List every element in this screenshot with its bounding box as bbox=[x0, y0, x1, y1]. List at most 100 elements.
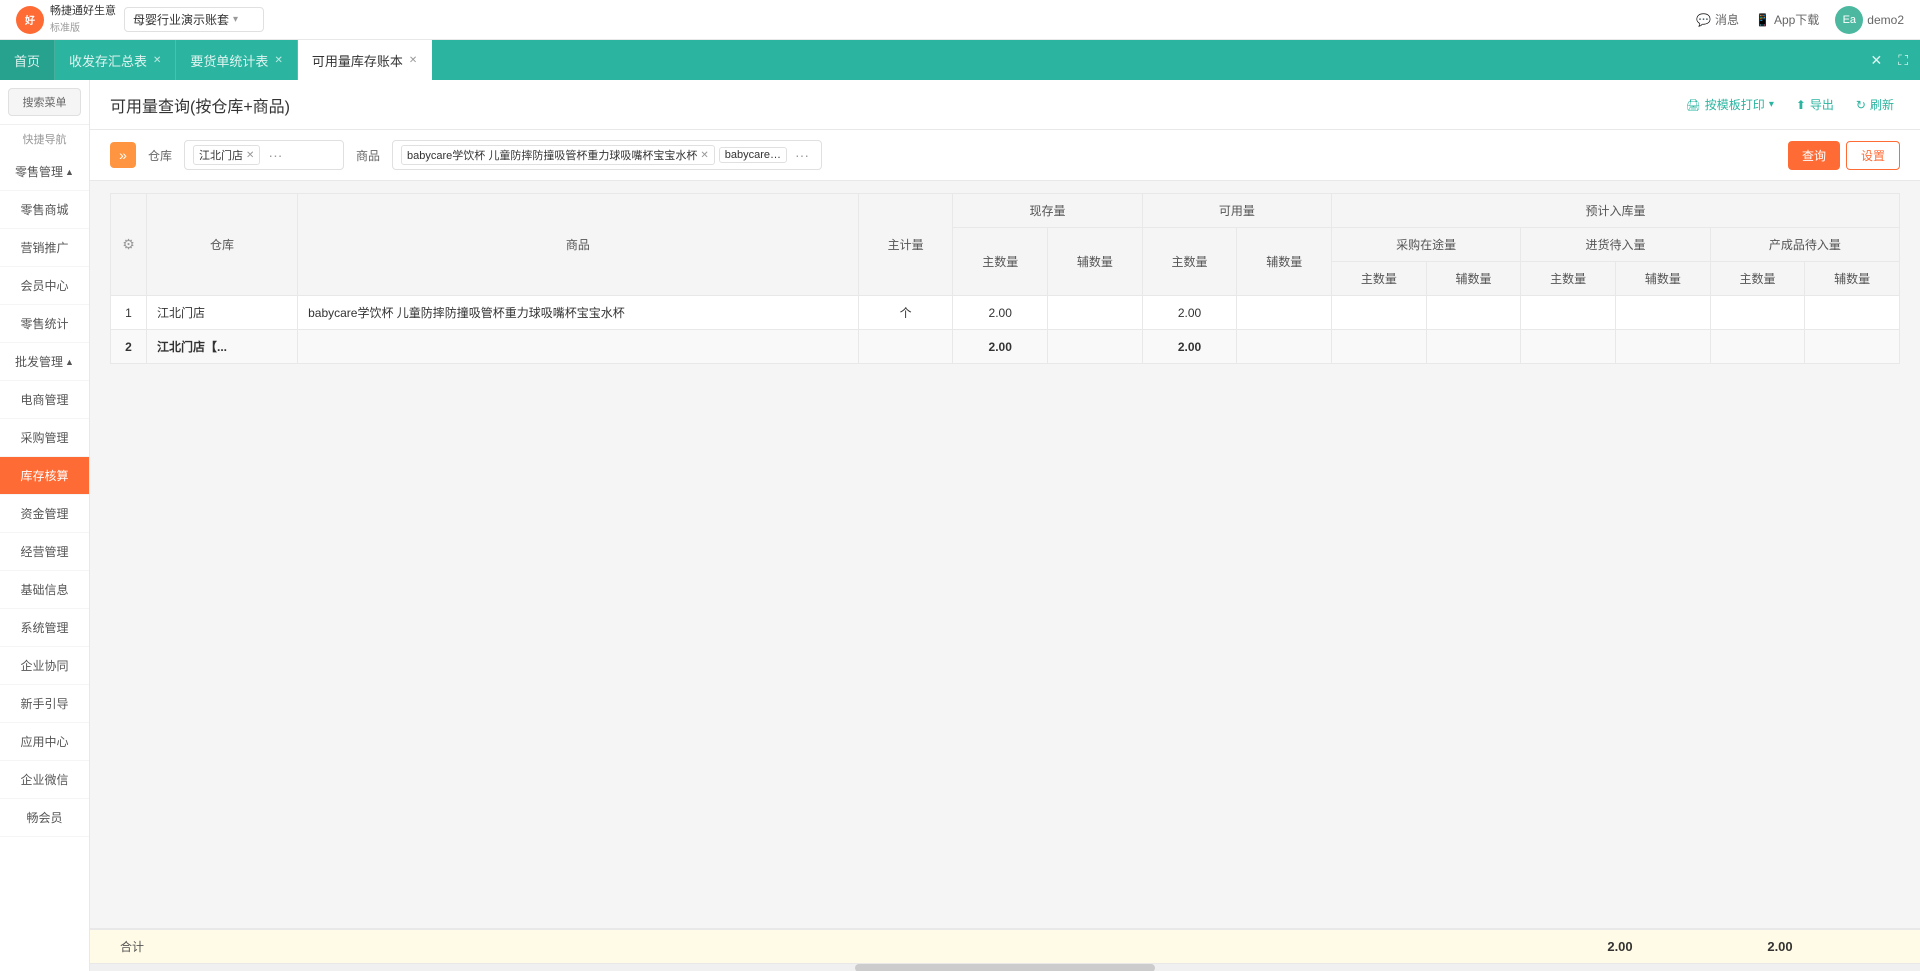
footer-avail-main: 2.00 bbox=[1740, 939, 1820, 954]
row1-current-aux bbox=[1048, 296, 1143, 330]
product-tag2[interactable]: babycare… bbox=[719, 147, 787, 163]
arrow-icon: ▲ bbox=[65, 167, 74, 177]
app-download-btn[interactable]: 📱 App下载 bbox=[1755, 11, 1819, 28]
message-icon: 💬 bbox=[1696, 13, 1711, 27]
sidebar-item-new-guide[interactable]: 新手引导 bbox=[0, 685, 89, 723]
sidebar-item-retail-mall[interactable]: 零售商城 bbox=[0, 191, 89, 229]
print-icon: 🖨 bbox=[1686, 98, 1701, 112]
search-menu-btn[interactable]: 搜索菜单 bbox=[8, 88, 81, 116]
col-forecast-header: 预计入库量 bbox=[1332, 194, 1900, 228]
col-settings-header: ⚙ bbox=[111, 194, 147, 296]
row1-production-main bbox=[1710, 296, 1805, 330]
col-purchase-aux-header: 辅数量 bbox=[1426, 262, 1521, 296]
close-icon[interactable]: ✕ bbox=[409, 55, 417, 66]
col-current-aux-header: 辅数量 bbox=[1048, 228, 1143, 296]
quick-nav-label[interactable]: 快捷导航 bbox=[0, 125, 89, 153]
row2-incoming-aux bbox=[1616, 330, 1711, 364]
sidebar-item-ecommerce[interactable]: 电商管理 bbox=[0, 381, 89, 419]
warehouse-label: 仓库 bbox=[148, 147, 172, 164]
sidebar-item-inventory[interactable]: 库存核算 bbox=[0, 457, 89, 495]
sidebar-item-retail-mgmt[interactable]: 零售管理 ▲ bbox=[0, 153, 89, 191]
logo-sub: 标准版 bbox=[50, 19, 116, 34]
col-incoming-aux-header: 辅数量 bbox=[1616, 262, 1711, 296]
warehouse-more-icon[interactable]: ··· bbox=[264, 147, 286, 163]
product-more-icon[interactable]: ··· bbox=[791, 147, 813, 163]
page-actions: 🖨 按模板打印 ▾ ⬆ 导出 ↻ 刷新 bbox=[1680, 92, 1900, 117]
tab-yaohuo[interactable]: 要货单统计表 ✕ bbox=[176, 40, 297, 80]
col-production-header: 产成品待入量 bbox=[1710, 228, 1899, 262]
row1-production-aux bbox=[1805, 296, 1900, 330]
tab-shoufacun[interactable]: 收发存汇总表 ✕ bbox=[55, 40, 176, 80]
sidebar-item-purchase[interactable]: 采购管理 bbox=[0, 419, 89, 457]
product-tag1[interactable]: babycare学饮杯 儿童防摔防撞吸管杯重力球吸嘴杯宝宝水杯 ✕ bbox=[401, 145, 715, 165]
col-current-main-header: 主数量 bbox=[953, 228, 1048, 296]
row1-unit: 个 bbox=[858, 296, 953, 330]
footer-current-main: 2.00 bbox=[1580, 939, 1660, 954]
refresh-icon: ↻ bbox=[1856, 98, 1866, 112]
sidebar-item-finance[interactable]: 资金管理 bbox=[0, 495, 89, 533]
main-layout: 搜索菜单 快捷导航 零售管理 ▲ 零售商城 营销推广 会员中心 零售统计 批发管… bbox=[0, 80, 1920, 971]
footer-row: 合计 2.00 2.00 bbox=[110, 938, 1900, 955]
table-settings-icon[interactable]: ⚙ bbox=[122, 236, 135, 252]
table-container: ⚙ 仓库 商品 主计量 现存量 可用量 预计入库量 主数量 辅数量 主数量 辅数… bbox=[90, 181, 1920, 928]
row2-current-aux bbox=[1048, 330, 1143, 364]
sidebar-item-operation[interactable]: 经营管理 bbox=[0, 533, 89, 571]
row1-incoming-main bbox=[1521, 296, 1616, 330]
row2-incoming-main bbox=[1521, 330, 1616, 364]
close-icon[interactable]: ✕ bbox=[153, 55, 161, 66]
row1-purchase-main bbox=[1332, 296, 1427, 330]
filter-toggle-btn[interactable]: » bbox=[110, 142, 136, 168]
row2-warehouse: 江北门店【... bbox=[147, 330, 298, 364]
export-icon: ⬆ bbox=[1796, 98, 1806, 112]
expand-icon[interactable]: ⛶ bbox=[1894, 48, 1912, 73]
download-icon: 📱 bbox=[1755, 13, 1770, 27]
close-all-tabs-icon[interactable]: ✕ bbox=[1866, 48, 1886, 73]
message-btn[interactable]: 💬 消息 bbox=[1696, 11, 1739, 28]
close-icon[interactable]: ✕ bbox=[274, 55, 282, 66]
sidebar-item-wholesale[interactable]: 批发管理 ▲ bbox=[0, 343, 89, 381]
company-selector[interactable]: 母婴行业演示账套 ▾ bbox=[124, 7, 264, 32]
row2-unit bbox=[858, 330, 953, 364]
row1-purchase-aux bbox=[1426, 296, 1521, 330]
row2-purchase-aux bbox=[1426, 330, 1521, 364]
scrollbar-thumb[interactable] bbox=[855, 964, 1155, 971]
sidebar-item-basic-info[interactable]: 基础信息 bbox=[0, 571, 89, 609]
sidebar-item-retail-stats[interactable]: 零售统计 bbox=[0, 305, 89, 343]
sidebar-item-enterprise-wechat[interactable]: 企业微信 bbox=[0, 761, 89, 799]
row1-incoming-aux bbox=[1616, 296, 1711, 330]
col-current-stock-header: 现存量 bbox=[953, 194, 1142, 228]
company-name: 母婴行业演示账套 bbox=[133, 11, 229, 28]
top-bar-right: 💬 消息 📱 App下载 Ea demo2 bbox=[1696, 6, 1904, 34]
sidebar-item-system[interactable]: 系统管理 bbox=[0, 609, 89, 647]
row2-avail-main: 2.00 bbox=[1142, 330, 1237, 364]
warehouse-tag[interactable]: 江北门店 ✕ bbox=[193, 145, 260, 165]
sidebar-item-enterprise-collab[interactable]: 企业协同 bbox=[0, 647, 89, 685]
logo-text-block: 畅捷通好生意 标准版 bbox=[50, 5, 116, 33]
row2-current-main: 2.00 bbox=[953, 330, 1048, 364]
query-button[interactable]: 查询 bbox=[1788, 141, 1840, 170]
print-btn[interactable]: 🖨 按模板打印 ▾ bbox=[1680, 92, 1780, 117]
row1-avail-main: 2.00 bbox=[1142, 296, 1237, 330]
export-btn[interactable]: ⬆ 导出 bbox=[1790, 92, 1840, 117]
refresh-btn[interactable]: ↻ 刷新 bbox=[1850, 92, 1900, 117]
settings-button[interactable]: 设置 bbox=[1846, 141, 1900, 170]
remove-warehouse-icon[interactable]: ✕ bbox=[246, 150, 254, 161]
sidebar-item-marketing[interactable]: 营销推广 bbox=[0, 229, 89, 267]
table-row: 2 江北门店【... 2.00 2.00 bbox=[111, 330, 1900, 364]
remove-product1-icon[interactable]: ✕ bbox=[700, 150, 708, 161]
sidebar-search: 搜索菜单 bbox=[0, 80, 89, 125]
col-warehouse-header: 仓库 bbox=[147, 194, 298, 296]
col-avail-main-header: 主数量 bbox=[1142, 228, 1237, 296]
sidebar-item-app-center[interactable]: 应用中心 bbox=[0, 723, 89, 761]
tab-keyongliang[interactable]: 可用量库存账本 ✕ bbox=[298, 40, 432, 80]
user-menu[interactable]: Ea demo2 bbox=[1835, 6, 1904, 34]
page-title: 可用量查询(按仓库+商品) bbox=[110, 93, 290, 117]
tab-home[interactable]: 首页 bbox=[0, 40, 55, 80]
product-label: 商品 bbox=[356, 147, 380, 164]
table-row: 1 江北门店 babycare学饮杯 儿童防摔防撞吸管杯重力球吸嘴杯宝宝水杯 个… bbox=[111, 296, 1900, 330]
table-scrollbar[interactable] bbox=[90, 963, 1920, 971]
sidebar-item-chang-member[interactable]: 畅会员 bbox=[0, 799, 89, 837]
sidebar-item-member-center[interactable]: 会员中心 bbox=[0, 267, 89, 305]
product-field[interactable]: babycare学饮杯 儿童防摔防撞吸管杯重力球吸嘴杯宝宝水杯 ✕ babyca… bbox=[392, 140, 822, 170]
warehouse-field[interactable]: 江北门店 ✕ ··· bbox=[184, 140, 344, 170]
